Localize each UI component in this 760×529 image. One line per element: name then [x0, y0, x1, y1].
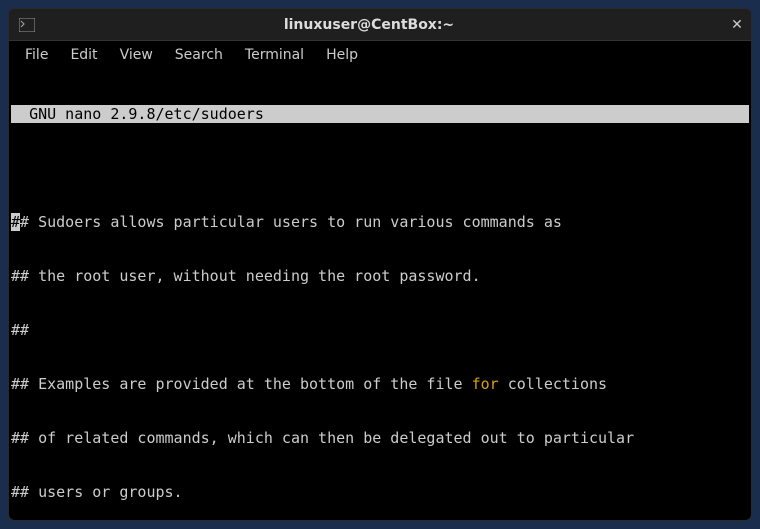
editor-line: ## users or groups.	[11, 483, 749, 501]
terminal-icon	[17, 15, 37, 35]
menu-help[interactable]: Help	[316, 44, 368, 66]
terminal-content[interactable]: GNU nano 2.9.8/etc/sudoers ## Sudoers al…	[9, 69, 751, 520]
menu-file[interactable]: File	[15, 44, 58, 66]
menu-view[interactable]: View	[110, 44, 163, 66]
titlebar: linuxuser@CentBox:~ ✕	[9, 9, 751, 41]
editor-line: ## the root user, without needing the ro…	[11, 267, 749, 285]
editor-line: ## of related commands, which can then b…	[11, 429, 749, 447]
nano-header: GNU nano 2.9.8/etc/sudoers	[11, 105, 749, 123]
terminal-window: linuxuser@CentBox:~ ✕ File Edit View Sea…	[9, 9, 751, 520]
menu-terminal[interactable]: Terminal	[235, 44, 314, 66]
menubar: File Edit View Search Terminal Help	[9, 41, 751, 69]
window-title: linuxuser@CentBox:~	[37, 17, 701, 33]
menu-edit[interactable]: Edit	[60, 44, 107, 66]
editor-line: ##	[11, 321, 749, 339]
editor-line: ## Examples are provided at the bottom o…	[11, 375, 749, 393]
close-button[interactable]: ✕	[727, 15, 747, 35]
editor-line: ## Sudoers allows particular users to ru…	[11, 213, 749, 231]
menu-search[interactable]: Search	[165, 44, 233, 66]
editor-line	[11, 159, 749, 177]
